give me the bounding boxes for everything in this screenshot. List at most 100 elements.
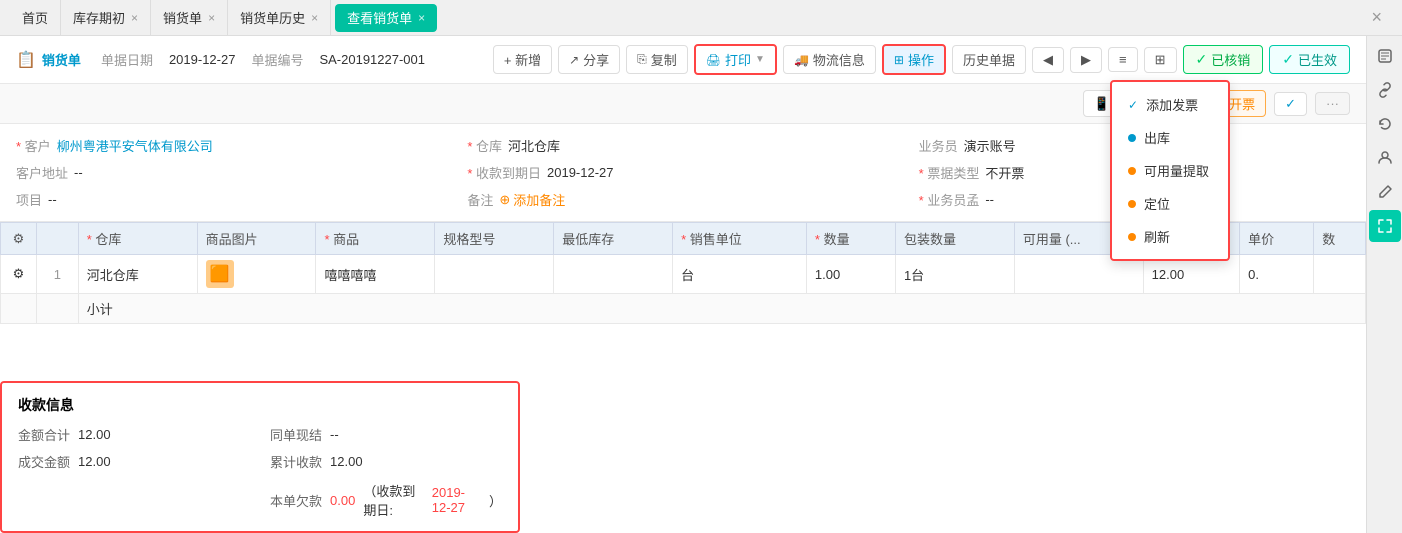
sidebar-person-icon[interactable] [1369,142,1401,174]
dropdown-locate[interactable]: 定位 [1112,187,1228,220]
tab-sales[interactable]: 销货单 × [151,0,228,36]
ticket-type-label: 票据类型 [919,163,980,182]
copy-button[interactable]: ⎘ 复制 [626,45,688,74]
tab-home[interactable]: 首页 [10,0,61,36]
prev-button[interactable]: ◀ [1032,47,1064,73]
plus-icon: ⊕ [499,192,510,208]
subtotal-row: 小计 [1,294,1366,324]
th-quantity: 数量 [806,223,895,255]
row-warehouse: 河北仓库 [78,255,197,294]
row-seq: 1 [37,255,79,294]
amount-total-label: 金额合计 [18,425,70,444]
payment-title: 收款信息 [18,395,502,415]
th-product-img: 商品图片 [197,223,316,255]
row-more [1314,255,1366,294]
number-label: 单据编号 [251,50,303,69]
note-row: 备注 ⊕ 添加备注 [467,190,898,209]
payment-date-row: 收款到期日 2019-12-27 [467,163,898,182]
more-button[interactable]: ··· [1315,92,1350,115]
payment-date-value: 2019-12-27 [547,165,614,180]
row-min-stock [554,255,673,294]
operations-button[interactable]: ⊞ 操作 [882,44,946,75]
payment-col-right: 同单现结 -- 累计收款 12.00 [270,425,502,471]
product-image: 🟧 [206,260,234,288]
print-button[interactable]: 🖨 打印 ▼ [694,44,777,75]
transaction-amount-value: 12.00 [78,454,111,469]
sidebar-fullscreen-icon[interactable] [1369,210,1401,242]
tab-inventory-close[interactable]: × [131,11,138,25]
current-due-row: 本单欠款 0.00 （收款到期日: 2019-12-27 ） [270,481,502,519]
project-row: 项目 -- [16,190,447,209]
row-product-img: 🟧 [197,255,316,294]
th-more: 数 [1314,223,1366,255]
refresh-dot-icon [1128,233,1136,241]
window-close-button[interactable]: × [1361,7,1392,28]
dropdown-add-invoice[interactable]: ✓ 添加发票 [1112,88,1228,121]
th-unit-price: 单价 [1240,223,1314,255]
address-value: -- [74,165,83,180]
tab-sales-history[interactable]: 销货单历史 × [228,0,331,36]
operations-dropdown: ✓ 添加发票 出库 可用量提取 定位 [1110,80,1230,261]
add-invoice-check-icon: ✓ [1128,98,1138,112]
th-pack-qty: 包装数量 [895,223,1014,255]
current-due-label: 本单欠款 [270,491,322,510]
sidebar-contact-icon[interactable] [1369,40,1401,72]
more-label: ··· [1326,96,1339,111]
history-button[interactable]: 历史单据 [952,45,1026,74]
subtotal-gear [1,294,37,324]
same-order-value: -- [330,427,339,442]
row-unit-price: 0. [1240,255,1314,294]
copy-button-label: 复制 [651,50,677,69]
next-button[interactable]: ▶ [1070,47,1102,73]
sidebar-edit-icon[interactable] [1369,176,1401,208]
customer-value[interactable]: 柳州粤港平安气体有限公司 [57,136,213,155]
transaction-amount-label: 成交金额 [18,452,70,471]
warehouse-label: 仓库 [467,136,502,155]
tab-sales-history-close[interactable]: × [311,11,318,25]
due-close-paren: ） [489,491,502,510]
th-warehouse: 仓库 [78,223,197,255]
address-row: 客户地址 -- [16,163,447,182]
new-button-label: + 新增 [504,50,541,69]
next-icon: ▶ [1081,52,1091,68]
amount-total-value: 12.00 [78,427,111,442]
tab-view-sales[interactable]: 查看销货单 × [335,4,437,32]
sidebar-rotate-icon[interactable] [1369,108,1401,140]
refresh-label: 刷新 [1144,227,1170,246]
share-button-label: 分享 [583,50,609,69]
dropdown-outbound[interactable]: 出库 [1112,121,1228,154]
row-gear[interactable]: ⚙ [1,255,37,294]
phone-icon: 📱 [1094,96,1110,112]
effective-badge: ✓ 已生效 [1269,45,1350,74]
outbound-dot-icon [1128,134,1136,142]
sold-out-badge: ✓ 已核销 [1183,45,1264,74]
view-grid-button[interactable]: ⊞ [1144,47,1177,73]
operations-button-label: 操作 [908,50,934,69]
share-button[interactable]: ↗ 分享 [558,45,620,74]
payment-date-label: 收款到期日 [467,163,541,182]
th-product: 商品 [316,223,435,255]
product-table-container: ⚙ 仓库 商品图片 商品 规格型号 最低库存 销售单位 数量 包装数量 可用量 … [0,222,1366,533]
business-staff-value: -- [985,192,994,207]
tab-view-sales-close[interactable]: × [418,11,425,25]
due-date-value: 2019-12-27 [432,485,481,515]
tab-inventory[interactable]: 库存期初 × [61,0,151,36]
logistics-button-label: 物流信息 [813,50,865,69]
project-value: -- [48,192,57,207]
history-button-label: 历史单据 [963,50,1015,69]
tab-sales-close[interactable]: × [208,11,215,25]
confirm-button[interactable]: ✓ [1274,92,1307,116]
add-note-button[interactable]: ⊕ 添加备注 [499,190,565,209]
view-list-button[interactable]: ≡ [1108,47,1138,72]
note-placeholder: 添加备注 [513,190,565,209]
logistics-button[interactable]: 🚚 物流信息 [783,45,876,74]
customer-row: 客户 柳州粤港平安气体有限公司 [16,136,447,155]
dropdown-available-qty[interactable]: 可用量提取 [1112,154,1228,187]
cumulative-payment-value: 12.00 [330,454,363,469]
row-sales-unit: 台 [673,255,807,294]
new-button[interactable]: + 新增 [493,45,552,74]
sidebar-link-icon[interactable] [1369,74,1401,106]
dropdown-refresh[interactable]: 刷新 [1112,220,1228,253]
amount-total-row: 金额合计 12.00 [18,425,250,444]
th-gear: ⚙ [1,223,37,255]
